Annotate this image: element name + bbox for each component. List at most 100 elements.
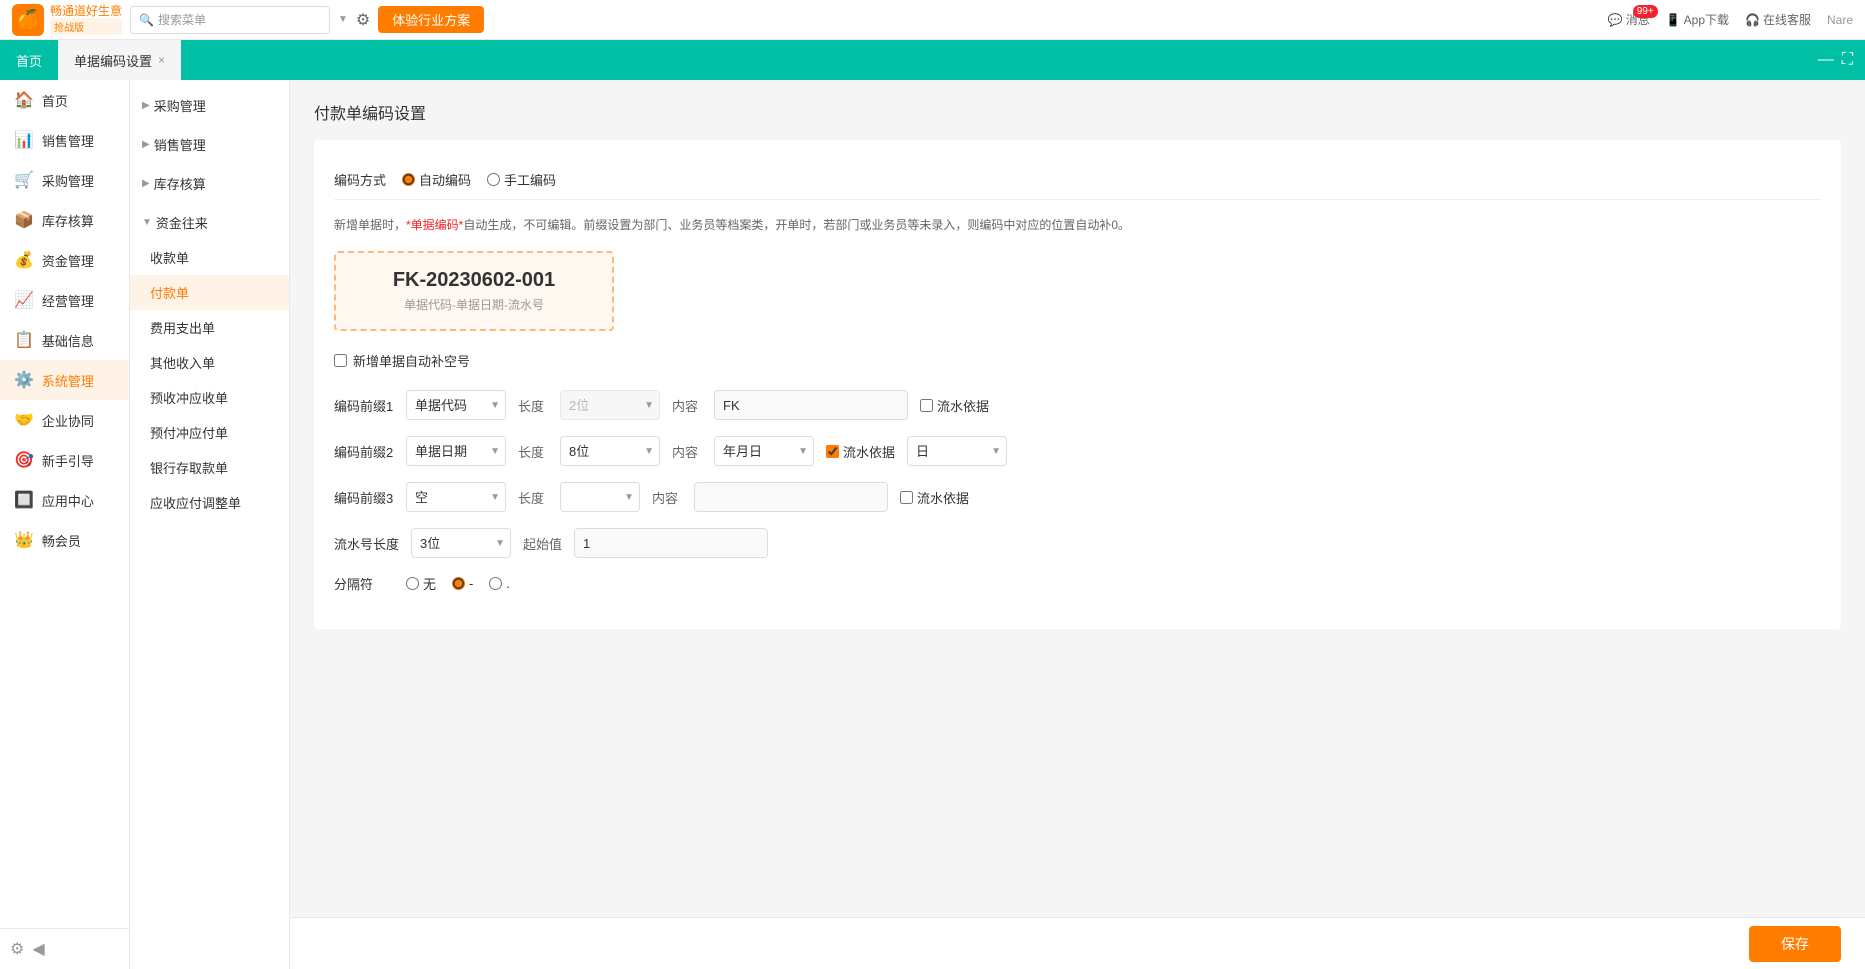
tab-encoding-settings[interactable]: 单据编码设置 × (58, 40, 181, 80)
prefix1-select-wrapper: 单据代码 部门 业务员 空 ▼ (406, 390, 506, 420)
sub-item-advance-pay[interactable]: 预付冲应付单 (130, 415, 289, 450)
auto-encode-radio[interactable] (402, 173, 415, 186)
sidebar-item-home[interactable]: 🏠 首页 (0, 80, 129, 120)
stream2-unit-select[interactable]: 日 月 年 (907, 436, 1007, 466)
start-value-label: 起始值 (523, 534, 562, 553)
sidebar-label-finance: 资金管理 (42, 251, 94, 270)
content3-input[interactable] (694, 482, 888, 512)
save-button[interactable]: 保存 (1749, 926, 1841, 962)
chevron-down-icon[interactable]: ▼ (338, 14, 348, 25)
online-service-button[interactable]: 🎧 在线客服 (1745, 11, 1811, 28)
enterprise-icon: 🤝 (14, 410, 34, 430)
sep-dot-label: . (506, 576, 510, 591)
length1-label: 长度 (518, 396, 548, 415)
tab-close-icon[interactable]: × (158, 53, 165, 67)
sub-group-purchase-header[interactable]: ▶ 采购管理 (130, 88, 289, 123)
content2-select[interactable]: 年月日 年月 年 (714, 436, 814, 466)
prefix1-select[interactable]: 单据代码 部门 业务员 空 (406, 390, 506, 420)
sidebar-footer: ⚙ ◀ (0, 928, 129, 969)
content1-input[interactable] (714, 390, 908, 420)
prefix3-label: 编码前缀3 (334, 488, 394, 507)
sub-item-receipt[interactable]: 收款单 (130, 240, 289, 275)
auto-encode-option[interactable]: 自动编码 (402, 170, 471, 189)
content2-label: 内容 (672, 442, 702, 461)
sub-group-sales-label: 销售管理 (154, 135, 206, 154)
length1-select[interactable]: 2位 (560, 390, 660, 420)
sidebar-item-operations[interactable]: 📈 经营管理 (0, 280, 129, 320)
sub-group-sales-header[interactable]: ▶ 销售管理 (130, 127, 289, 162)
maximize-icon[interactable]: ⛶ (1842, 51, 1853, 69)
sub-group-finance-header[interactable]: ▼ 资金往来 (130, 205, 289, 240)
sub-item-ar-adjust[interactable]: 应收应付调整单 (130, 485, 289, 520)
sub-item-other-income[interactable]: 其他收入单 (130, 345, 289, 380)
prefix1-row: 编码前缀1 单据代码 部门 业务员 空 ▼ 长度 2位 (334, 390, 1821, 420)
prefix2-label: 编码前缀2 (334, 442, 394, 461)
settings-footer-icon[interactable]: ⚙ (10, 939, 24, 959)
collapse-icon[interactable]: ◀ (32, 939, 44, 959)
search-bar[interactable]: 🔍 搜索菜单 (130, 6, 330, 34)
gear-icon[interactable]: ⚙ (356, 10, 370, 30)
logo-text-group: 畅通道好生意 抢战版 (50, 4, 122, 35)
sidebar-item-finance[interactable]: 💰 资金管理 (0, 240, 129, 280)
sep-dot-option[interactable]: . (489, 576, 510, 591)
length2-select-wrapper: 8位 6位 4位 ▼ (560, 436, 660, 466)
sub-item-bank-deposit[interactable]: 银行存取款单 (130, 450, 289, 485)
sep-dot-radio[interactable] (489, 577, 502, 590)
tab-home[interactable]: 首页 (0, 40, 58, 80)
minimize-icon[interactable]: — (1818, 51, 1834, 69)
message-button[interactable]: 💬 消息 99+ (1608, 11, 1650, 28)
prefix2-select-wrapper: 单据日期 单据代码 部门 业务员 空 ▼ (406, 436, 506, 466)
sidebar-item-basic[interactable]: 📋 基础信息 (0, 320, 129, 360)
manual-encode-option[interactable]: 手工编码 (487, 170, 556, 189)
sep-none-option[interactable]: 无 (406, 574, 436, 593)
sep-dash-radio[interactable] (452, 577, 465, 590)
sidebar-label-sales: 销售管理 (42, 131, 94, 150)
length3-select[interactable] (560, 482, 640, 512)
sub-item-payment[interactable]: 付款单 (130, 275, 289, 310)
stream2-checkbox-group: 流水依据 (826, 442, 895, 461)
length2-select[interactable]: 8位 6位 4位 (560, 436, 660, 466)
sub-item-expense[interactable]: 费用支出单 (130, 310, 289, 345)
sidebar-item-sales[interactable]: 📊 销售管理 (0, 120, 129, 160)
logo: 🍊 畅通道好生意 抢战版 (12, 4, 122, 36)
topbar-right: 💬 消息 99+ 📱 App下载 🎧 在线客服 Nare (1608, 11, 1853, 28)
trial-button[interactable]: 体验行业方案 (378, 6, 484, 33)
stream1-checkbox[interactable] (920, 399, 933, 412)
sales-icon: 📊 (14, 130, 34, 150)
app-download-button[interactable]: 📱 App下载 (1666, 11, 1729, 28)
sales-arrow-icon: ▶ (142, 139, 150, 150)
sidebar-item-purchase[interactable]: 🛒 采购管理 (0, 160, 129, 200)
encoding-mode-label: 编码方式 (334, 170, 386, 189)
stream2-checkbox[interactable] (826, 445, 839, 458)
auto-fill-checkbox[interactable] (334, 354, 347, 367)
sep-none-radio[interactable] (406, 577, 419, 590)
sidebar-item-enterprise[interactable]: 🤝 企业协同 (0, 400, 129, 440)
sep-dash-option[interactable]: - (452, 576, 473, 591)
sidebar-item-guide[interactable]: 🎯 新手引导 (0, 440, 129, 480)
prefix2-select[interactable]: 单据日期 单据代码 部门 业务员 空 (406, 436, 506, 466)
sub-sidebar: ▶ 采购管理 ▶ 销售管理 ▶ 库存核算 ▼ 资金往来 收款单 付款单 费用支出… (130, 80, 290, 969)
sub-item-advance-recv[interactable]: 预收冲应收单 (130, 380, 289, 415)
prefix2-row: 编码前缀2 单据日期 单据代码 部门 业务员 空 ▼ 长度 (334, 436, 1821, 466)
stream1-checkbox-group: 流水依据 (920, 396, 989, 415)
sidebar-item-system[interactable]: ⚙️ 系统管理 (0, 360, 129, 400)
sidebar-item-inventory[interactable]: 📦 库存核算 (0, 200, 129, 240)
sidebar-label-vip: 畅会员 (42, 531, 81, 550)
sub-group-inventory: ▶ 库存核算 (130, 166, 289, 201)
sidebar-item-vip[interactable]: 👑 畅会员 (0, 520, 129, 560)
length3-label: 长度 (518, 488, 548, 507)
apps-icon: 🔲 (14, 490, 34, 510)
start-value-input[interactable] (574, 528, 768, 558)
sub-group-inventory-header[interactable]: ▶ 库存核算 (130, 166, 289, 201)
manual-encode-radio[interactable] (487, 173, 500, 186)
sidebar-item-apps[interactable]: 🔲 应用中心 (0, 480, 129, 520)
prefix3-select[interactable]: 空 单据代码 单据日期 部门 业务员 (406, 482, 506, 512)
app-download-label: App下载 (1684, 11, 1729, 28)
serial-length-select[interactable]: 3位 4位 5位 (411, 528, 511, 558)
stream3-checkbox[interactable] (900, 491, 913, 504)
inventory-icon: 📦 (14, 210, 34, 230)
preview-code: FK-20230602-001 (360, 269, 588, 292)
user-name[interactable]: Nare (1827, 13, 1853, 27)
auto-fill-row: 新增单据自动补空号 (334, 351, 1821, 370)
info-text: 新增单据时，*单据编码*自动生成，不可编辑。前缀设置为部门、业务员等档案类，开单… (334, 216, 1821, 235)
